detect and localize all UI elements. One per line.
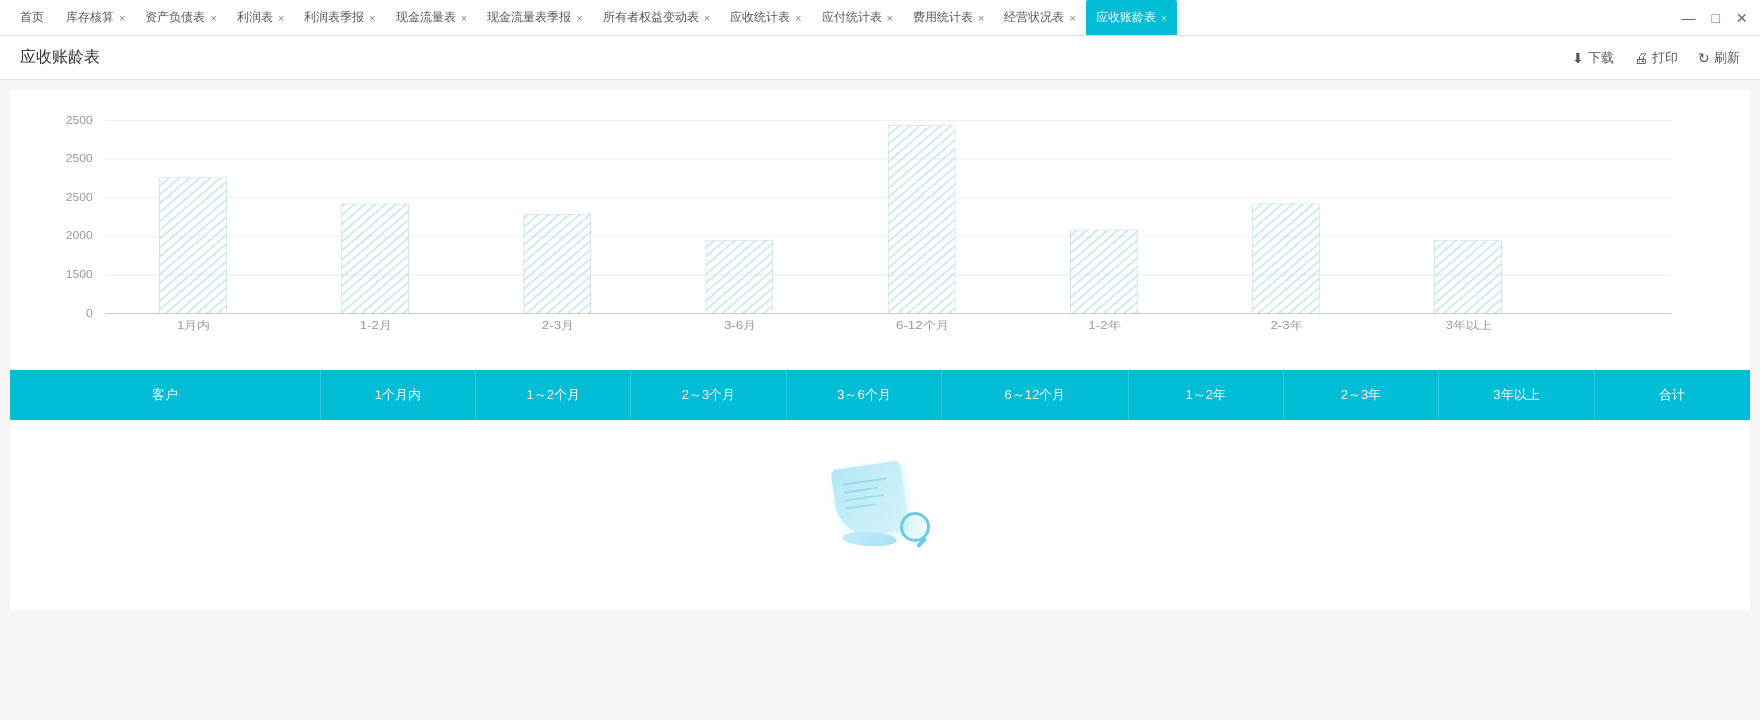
download-icon: ⬇ [1572, 50, 1584, 66]
svg-rect-14 [342, 204, 409, 314]
svg-text:1500: 1500 [66, 269, 93, 280]
svg-text:1-2月: 1-2月 [360, 319, 392, 332]
tab-balance-sheet-label: 资产负债表 [145, 9, 205, 26]
col-1-2month: 1～2个月 [476, 370, 631, 420]
svg-rect-13 [160, 178, 227, 314]
col-1month: 1个月内 [321, 370, 476, 420]
svg-rect-17 [888, 126, 955, 314]
svg-text:3-6月: 3-6月 [724, 319, 756, 332]
col-6-12month: 6～12个月 [942, 370, 1128, 420]
tab-cashflow[interactable]: 现金流量表 × [386, 0, 477, 36]
tab-cashflow-close[interactable]: × [461, 12, 467, 24]
tab-ar-stats-close[interactable]: × [795, 12, 801, 24]
print-button[interactable]: 🖨 打印 [1634, 49, 1678, 67]
tab-ar-aging-label: 应收账龄表 [1096, 9, 1156, 26]
tab-cashflow-quarterly[interactable]: 现金流量表季报 × [477, 0, 592, 36]
tab-equity-changes[interactable]: 所有者权益变动表 × [593, 0, 720, 36]
tab-operations[interactable]: 经营状况表 × [994, 0, 1085, 36]
refresh-button[interactable]: ↻ 刷新 [1698, 49, 1740, 67]
col-total: 合计 [1595, 370, 1750, 420]
tab-home[interactable]: 首页 [8, 0, 56, 36]
refresh-label: 刷新 [1714, 49, 1740, 67]
tab-profit-quarterly[interactable]: 利润表季报 × [294, 0, 385, 36]
main-content: 2500 2500 2500 2000 1500 0 [10, 90, 1750, 610]
doc-curl [842, 531, 898, 548]
chart-svg: 2500 2500 2500 2000 1500 0 [20, 110, 1720, 350]
svg-text:3年以上: 3年以上 [1446, 319, 1492, 332]
svg-text:2500: 2500 [66, 153, 93, 164]
svg-rect-15 [524, 214, 591, 313]
tab-ar-aging[interactable]: 应收账龄表 × [1086, 0, 1177, 36]
tab-equity-changes-close[interactable]: × [704, 12, 710, 24]
svg-rect-20 [1435, 240, 1502, 313]
tab-profit-quarterly-close[interactable]: × [369, 12, 375, 24]
tab-cashflow-label: 现金流量表 [396, 9, 456, 26]
empty-state [10, 420, 1750, 610]
tab-ap-stats-close[interactable]: × [887, 12, 893, 24]
tab-profit-close[interactable]: × [278, 12, 284, 24]
tab-bar: 首页 库存核算 × 资产负债表 × 利润表 × 利润表季报 × 现金流量表 × … [0, 0, 1760, 36]
svg-text:1月内: 1月内 [177, 319, 210, 332]
chart-container: 2500 2500 2500 2000 1500 0 [20, 110, 1720, 350]
download-button[interactable]: ⬇ 下载 [1572, 49, 1614, 67]
tab-cashflow-quarterly-close[interactable]: × [576, 12, 582, 24]
page-title: 应收账龄表 [20, 47, 100, 68]
tab-profit[interactable]: 利润表 × [227, 0, 294, 36]
tab-expense-stats[interactable]: 费用统计表 × [903, 0, 994, 36]
tab-profit-label: 利润表 [237, 9, 273, 26]
table-header: 客户 1个月内 1～2个月 2～3个月 3～6个月 6～12个月 1～2年 2～… [10, 370, 1750, 420]
print-label: 打印 [1652, 49, 1678, 67]
window-close-btn[interactable]: ✕ [1732, 10, 1752, 26]
doc-shape [830, 460, 909, 539]
window-maximize-btn[interactable]: □ [1708, 10, 1724, 26]
col-3plus-year: 3年以上 [1439, 370, 1594, 420]
refresh-icon: ↻ [1698, 50, 1710, 66]
tab-ap-stats[interactable]: 应付统计表 × [812, 0, 903, 36]
tab-equity-changes-label: 所有者权益变动表 [603, 9, 699, 26]
tab-expense-stats-close[interactable]: × [978, 12, 984, 24]
svg-text:2000: 2000 [66, 230, 93, 241]
svg-rect-18 [1070, 230, 1137, 313]
svg-rect-19 [1253, 204, 1320, 314]
tab-ar-stats[interactable]: 应收统计表 × [720, 0, 811, 36]
tab-expense-stats-label: 费用统计表 [913, 9, 973, 26]
col-2-3month: 2～3个月 [631, 370, 786, 420]
svg-text:1-2年: 1-2年 [1088, 319, 1120, 332]
tab-inventory[interactable]: 库存核算 × [56, 0, 135, 36]
tab-cashflow-quarterly-label: 现金流量表季报 [487, 9, 571, 26]
home-tab-label: 首页 [20, 9, 44, 26]
chart-area: 2500 2500 2500 2000 1500 0 [10, 90, 1750, 370]
page-header: 应收账龄表 ⬇ 下载 🖨 打印 ↻ 刷新 [0, 36, 1760, 80]
tab-operations-close[interactable]: × [1069, 12, 1075, 24]
svg-text:2-3月: 2-3月 [542, 319, 574, 332]
col-2-3year: 2～3年 [1284, 370, 1439, 420]
empty-illustration [830, 460, 930, 550]
col-3-6month: 3～6个月 [787, 370, 942, 420]
window-actions: — □ ✕ [1678, 10, 1752, 26]
tab-ar-aging-close[interactable]: × [1161, 12, 1167, 24]
tab-operations-label: 经营状况表 [1004, 9, 1064, 26]
svg-rect-16 [706, 240, 773, 313]
svg-text:2500: 2500 [66, 114, 93, 125]
tab-balance-sheet[interactable]: 资产负债表 × [135, 0, 226, 36]
window-minimize-btn[interactable]: — [1678, 10, 1700, 26]
tab-inventory-close[interactable]: × [119, 12, 125, 24]
download-label: 下载 [1588, 49, 1614, 67]
tab-profit-quarterly-label: 利润表季报 [304, 9, 364, 26]
tab-ap-stats-label: 应付统计表 [822, 9, 882, 26]
page-actions: ⬇ 下载 🖨 打印 ↻ 刷新 [1572, 49, 1740, 67]
svg-text:6-12个月: 6-12个月 [896, 319, 948, 332]
svg-text:0: 0 [86, 307, 93, 318]
col-1-2year: 1～2年 [1129, 370, 1284, 420]
svg-text:2-3年: 2-3年 [1270, 319, 1302, 332]
tab-balance-sheet-close[interactable]: × [210, 12, 216, 24]
svg-text:2500: 2500 [66, 192, 93, 203]
tab-ar-stats-label: 应收统计表 [730, 9, 790, 26]
col-customer: 客户 [10, 370, 321, 420]
tab-inventory-label: 库存核算 [66, 9, 114, 26]
print-icon: 🖨 [1634, 50, 1648, 66]
